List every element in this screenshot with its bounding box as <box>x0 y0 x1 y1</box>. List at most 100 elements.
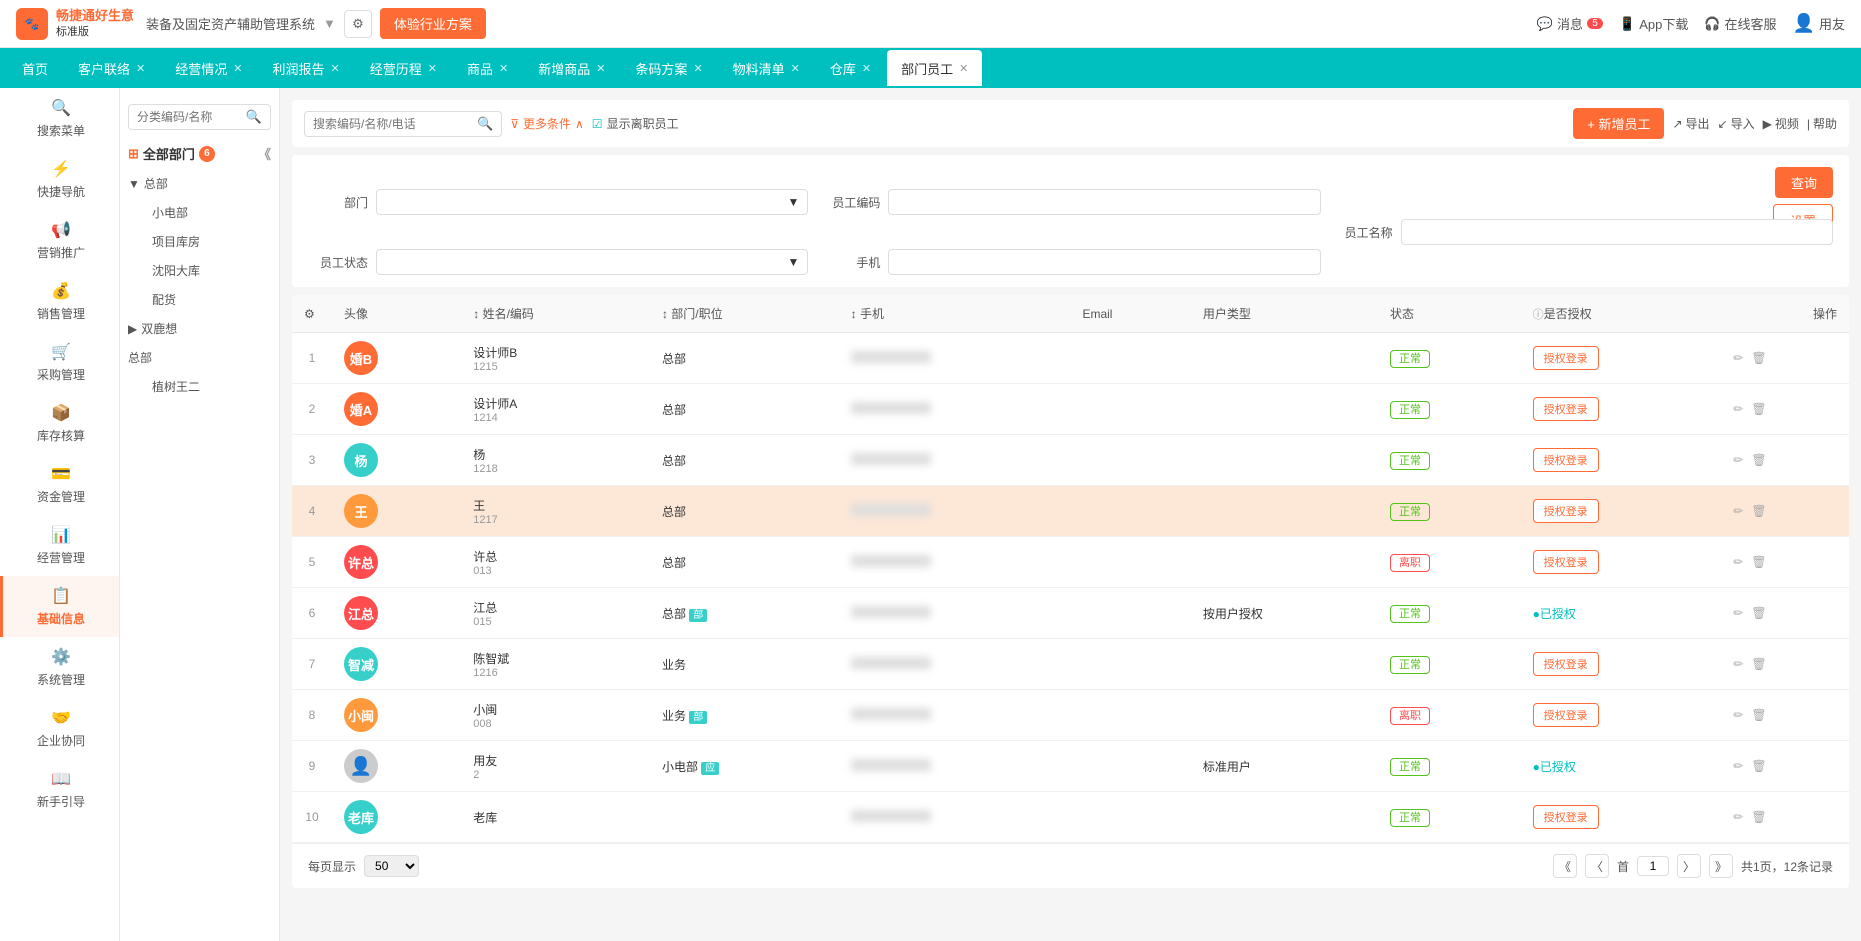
col-phone[interactable]: ↕ 手机 <box>839 295 1071 333</box>
auth-login-button[interactable]: 授权登录 <box>1533 346 1599 370</box>
tree-search-box[interactable]: 🔍 <box>128 104 271 130</box>
per-page-select[interactable]: 50 100 200 <box>364 855 419 877</box>
delete-icon[interactable]: 🗑 <box>1751 810 1766 824</box>
auth-login-button[interactable]: 授权登录 <box>1533 652 1599 676</box>
auth-login-button[interactable]: 授权登录 <box>1533 397 1599 421</box>
sidebar-item-inventory[interactable]: 📦 库存核算 <box>0 393 119 454</box>
edit-icon[interactable]: ✏ <box>1733 759 1743 773</box>
message-button[interactable]: 💬 消息 5 <box>1537 14 1603 33</box>
add-employee-button[interactable]: + 新增员工 <box>1573 108 1664 139</box>
edit-icon[interactable]: ✏ <box>1733 555 1743 569</box>
tree-item-small-elec[interactable]: 小电部 <box>120 198 279 227</box>
tree-item-zongbu[interactable]: 总部 <box>120 343 279 372</box>
user-area[interactable]: 👤 用友 <box>1793 13 1845 34</box>
tree-item-project[interactable]: 项目库房 <box>120 227 279 256</box>
sidebar-item-purchase[interactable]: 🛒 采购管理 <box>0 332 119 393</box>
delete-icon[interactable]: 🗑 <box>1751 657 1766 671</box>
tab-home[interactable]: 首页 <box>8 50 62 86</box>
close-icon[interactable]: ✕ <box>428 62 437 75</box>
prev-page-button[interactable]: 〈 <box>1585 854 1609 878</box>
tab-operations[interactable]: 经营情况✕ <box>161 50 256 86</box>
edit-icon[interactable]: ✏ <box>1733 810 1743 824</box>
dropdown-arrow-icon[interactable]: ▼ <box>323 16 336 31</box>
query-button[interactable]: 查询 <box>1775 167 1833 198</box>
export-button[interactable]: ↗ 导出 <box>1672 115 1709 132</box>
sidebar-item-quicknav[interactable]: ⚡ 快捷导航 <box>0 149 119 210</box>
tab-goods[interactable]: 商品✕ <box>453 50 522 86</box>
first-page-button[interactable]: 《 <box>1553 854 1577 878</box>
app-download-button[interactable]: 📱 App下载 <box>1619 14 1688 33</box>
delete-icon[interactable]: 🗑 <box>1751 708 1766 722</box>
tree-search-input[interactable] <box>137 110 246 124</box>
close-icon[interactable]: ✕ <box>693 62 702 75</box>
tree-item-head[interactable]: ▼ 总部 <box>120 169 279 198</box>
next-page-button[interactable]: 〉 <box>1677 854 1701 878</box>
tab-employees[interactable]: 部门员工✕ <box>887 50 982 86</box>
sidebar-item-search[interactable]: 🔍 搜索菜单 <box>0 88 119 149</box>
tab-warehouse[interactable]: 仓库✕ <box>816 50 885 86</box>
auth-login-button[interactable]: 授权登录 <box>1533 805 1599 829</box>
close-icon[interactable]: ✕ <box>331 62 340 75</box>
page-input[interactable] <box>1637 856 1669 876</box>
tab-barcode[interactable]: 条码方案✕ <box>621 50 716 86</box>
phone-input[interactable] <box>888 249 1320 275</box>
col-settings[interactable]: ⚙ <box>292 295 332 333</box>
more-filter-button[interactable]: ⊽ 更多条件 ∧ <box>510 115 584 132</box>
tab-profit[interactable]: 利润报告✕ <box>258 50 353 86</box>
sidebar-item-finance[interactable]: 💳 资金管理 <box>0 454 119 515</box>
delete-icon[interactable]: 🗑 <box>1751 759 1766 773</box>
delete-icon[interactable]: 🗑 <box>1751 453 1766 467</box>
search-input-box[interactable]: 🔍 <box>304 111 502 137</box>
close-icon[interactable]: ✕ <box>596 62 605 75</box>
col-name[interactable]: ↕ 姓名/编码 <box>461 295 650 333</box>
sidebar-item-sales[interactable]: 💰 销售管理 <box>0 271 119 332</box>
tab-add-goods[interactable]: 新增商品✕ <box>524 50 619 86</box>
sidebar-item-marketing[interactable]: 📢 营销推广 <box>0 210 119 271</box>
auth-login-button[interactable]: 授权登录 <box>1533 499 1599 523</box>
auth-login-button[interactable]: 授权登录 <box>1533 448 1599 472</box>
auth-login-button[interactable]: 授权登录 <box>1533 703 1599 727</box>
edit-icon[interactable]: ✏ <box>1733 351 1743 365</box>
edit-icon[interactable]: ✏ <box>1733 708 1743 722</box>
tree-item-shuanglu[interactable]: ▶ 双鹿想 <box>120 314 279 343</box>
sidebar-item-system[interactable]: ⚙️ 系统管理 <box>0 637 119 698</box>
search-input[interactable] <box>313 117 473 131</box>
tab-bom[interactable]: 物料清单✕ <box>719 50 814 86</box>
edit-icon[interactable]: ✏ <box>1733 402 1743 416</box>
show-resign-checkbox[interactable]: ☑ 显示离职员工 <box>592 115 679 132</box>
emp-code-input[interactable] <box>888 189 1320 215</box>
tree-item-delivery[interactable]: 配货 <box>120 285 279 314</box>
import-button[interactable]: ↙ 导入 <box>1718 115 1755 132</box>
col-dept[interactable]: ↕ 部门/职位 <box>650 295 839 333</box>
edit-icon[interactable]: ✏ <box>1733 453 1743 467</box>
delete-icon[interactable]: 🗑 <box>1751 606 1766 620</box>
last-page-button[interactable]: 》 <box>1709 854 1733 878</box>
tree-collapse-btn[interactable]: 《 <box>258 144 271 163</box>
sidebar-item-basic-info[interactable]: 📋 基础信息 <box>0 576 119 637</box>
sidebar-item-collab[interactable]: 🤝 企业协同 <box>0 698 119 759</box>
edit-icon[interactable]: ✏ <box>1733 504 1743 518</box>
tab-history[interactable]: 经营历程✕ <box>356 50 451 86</box>
view-button[interactable]: ▶ 视频 <box>1763 115 1799 132</box>
delete-icon[interactable]: 🗑 <box>1751 504 1766 518</box>
delete-icon[interactable]: 🗑 <box>1751 555 1766 569</box>
delete-icon[interactable]: 🗑 <box>1751 351 1766 365</box>
close-icon[interactable]: ✕ <box>791 62 800 75</box>
delete-icon[interactable]: 🗑 <box>1751 402 1766 416</box>
sidebar-item-guide[interactable]: 📖 新手引导 <box>0 759 119 820</box>
dept-select[interactable]: ▼ <box>376 189 808 215</box>
emp-name-input[interactable] <box>1401 219 1833 245</box>
auth-login-button[interactable]: 授权登录 <box>1533 550 1599 574</box>
tree-item-shenyang[interactable]: 沈阳大库 <box>120 256 279 285</box>
edit-icon[interactable]: ✏ <box>1733 657 1743 671</box>
sidebar-item-operations[interactable]: 📊 经营管理 <box>0 515 119 576</box>
close-icon[interactable]: ✕ <box>136 62 145 75</box>
close-icon[interactable]: ✕ <box>499 62 508 75</box>
emp-status-select[interactable]: ▼ <box>376 249 808 275</box>
tab-customer[interactable]: 客户联络✕ <box>64 50 159 86</box>
close-icon[interactable]: ✕ <box>862 62 871 75</box>
trial-button[interactable]: 体验行业方案 <box>380 8 486 39</box>
help-button[interactable]: | 帮助 <box>1807 115 1837 132</box>
gear-button[interactable]: ⚙ <box>344 10 372 38</box>
tree-item-planting[interactable]: 植树王二 <box>120 372 279 401</box>
